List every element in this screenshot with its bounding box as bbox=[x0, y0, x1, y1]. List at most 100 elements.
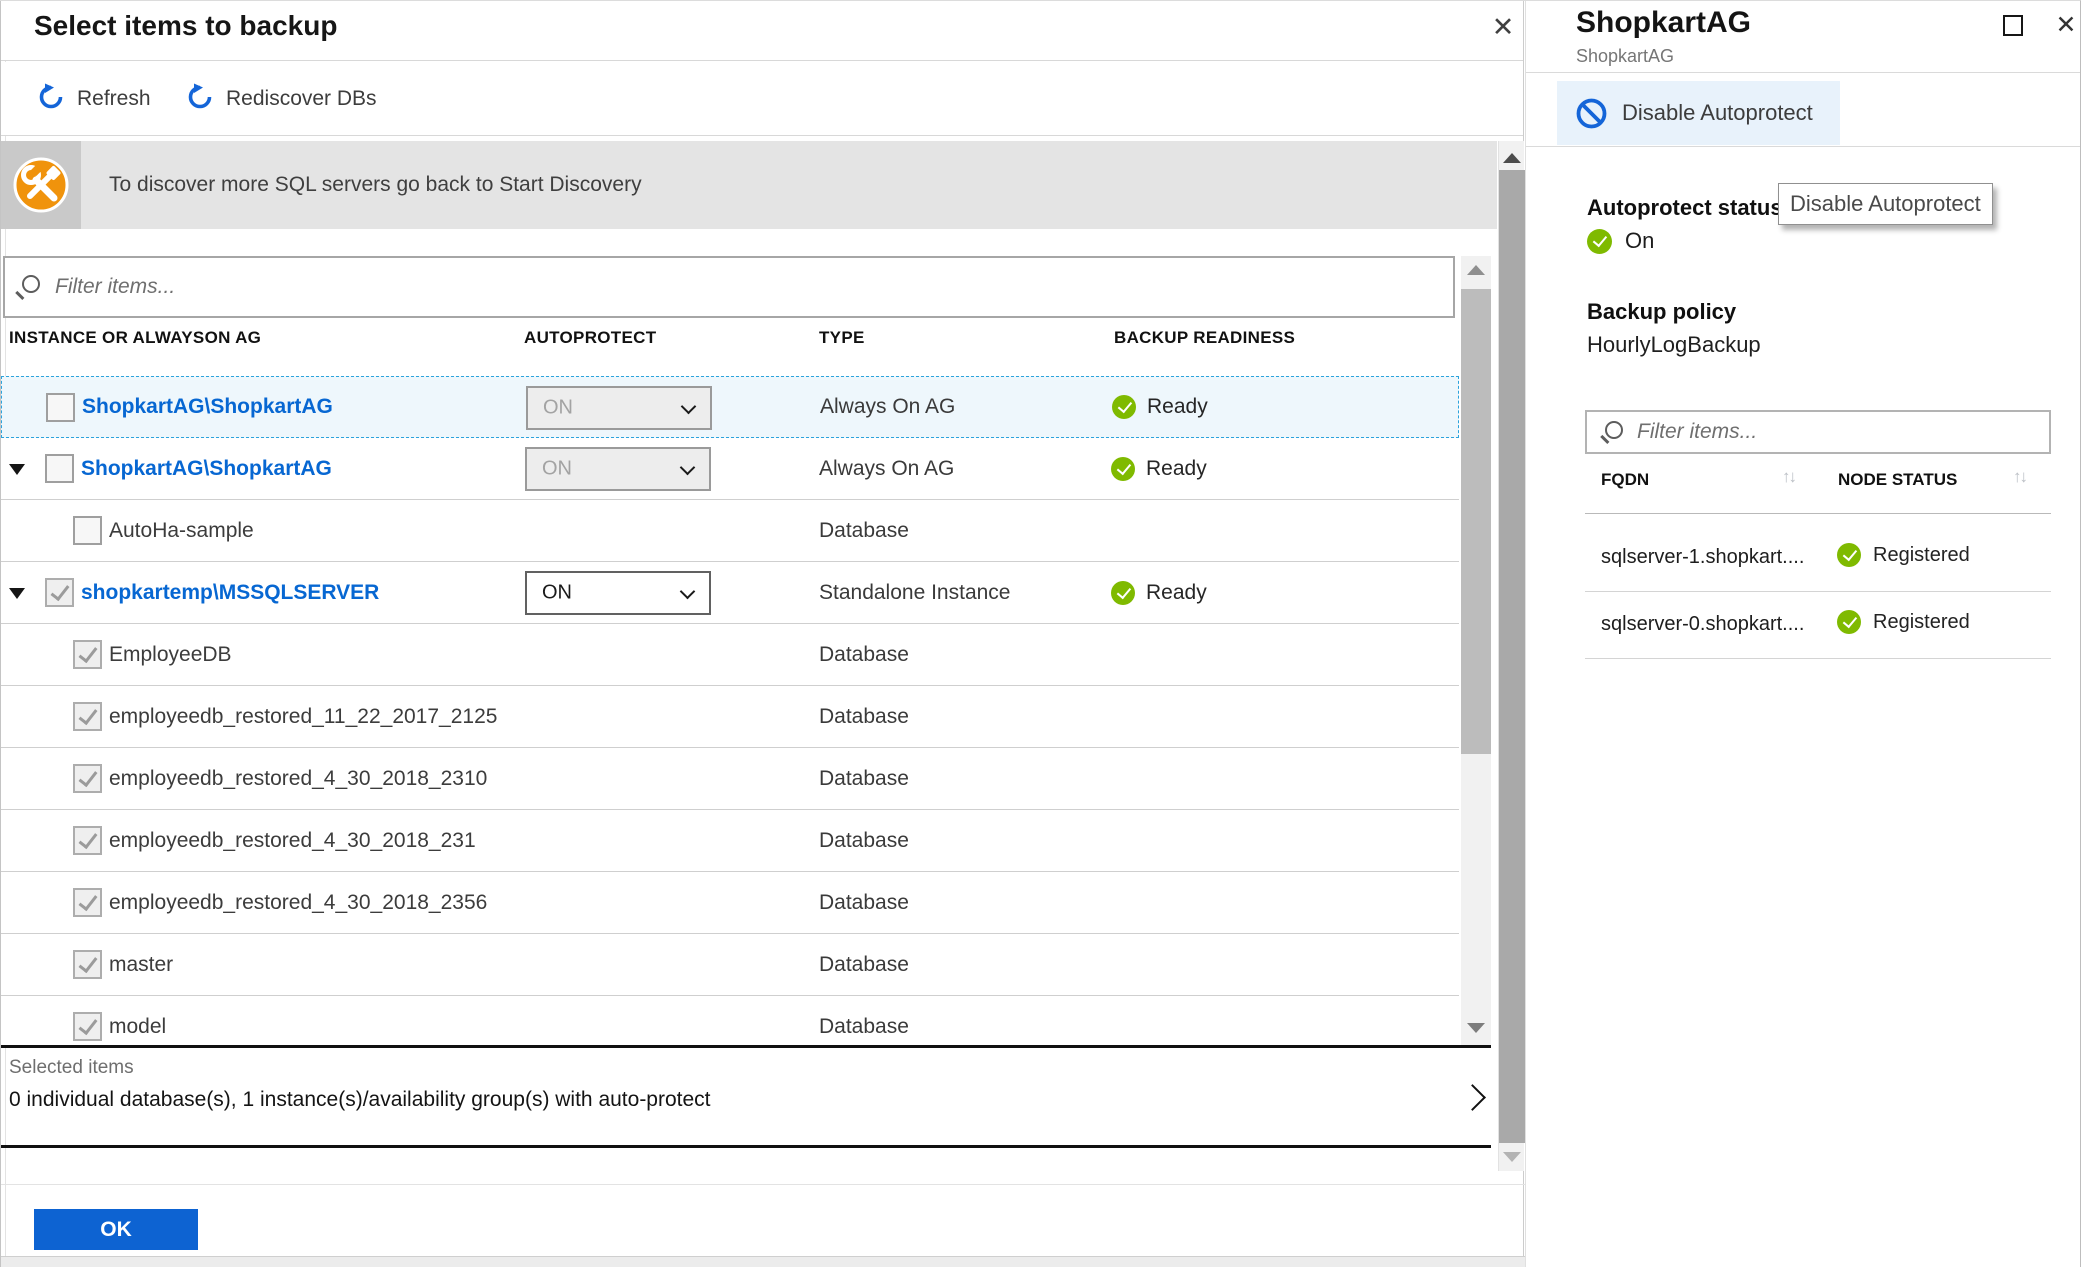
node-fqdn: sqlserver-0.shopkart.... bbox=[1601, 613, 1805, 635]
refresh-label: Refresh bbox=[77, 87, 151, 110]
table-row[interactable]: employeedb_restored_4_30_2018_231 Databas… bbox=[1, 810, 1459, 872]
table-row[interactable]: ShopkartAG\ShopkartAG ON Always On AG Ready bbox=[1, 438, 1459, 500]
rediscover-dbs-label: Rediscover DBs bbox=[226, 87, 377, 110]
item-type: Database bbox=[819, 518, 909, 542]
node-status: Registered bbox=[1837, 543, 1970, 567]
item-name: employeedb_restored_11_22_2017_2125 bbox=[109, 704, 498, 728]
dialog-title: Select items to backup bbox=[34, 10, 338, 41]
item-type: Always On AG bbox=[819, 456, 955, 480]
readiness-label: Ready bbox=[1147, 395, 1208, 418]
item-name[interactable]: ShopkartAG\ShopkartAG bbox=[81, 457, 332, 481]
row-checkbox[interactable] bbox=[73, 640, 102, 669]
item-type: Database bbox=[819, 642, 909, 666]
selected-items-value: 0 individual database(s), 1 instance(s)/… bbox=[9, 1088, 711, 1111]
row-checkbox[interactable] bbox=[73, 950, 102, 979]
column-header-autoprotect: AUTOPROTECT bbox=[524, 328, 657, 347]
scroll-up-icon[interactable] bbox=[1467, 265, 1485, 275]
search-icon bbox=[15, 274, 41, 300]
node-fqdn: sqlserver-1.shopkart.... bbox=[1601, 546, 1805, 568]
autoprotect-value: ON bbox=[542, 457, 572, 480]
row-checkbox[interactable] bbox=[73, 826, 102, 855]
info-banner: To discover more SQL servers go back to … bbox=[1, 141, 1497, 229]
rediscover-dbs-button[interactable]: Rediscover DBs bbox=[186, 62, 377, 136]
check-circle-icon bbox=[1837, 610, 1861, 634]
backup-items-rows: ShopkartAG\ShopkartAG ON Always On AG Ready… bbox=[1, 376, 1459, 1045]
item-type: Database bbox=[819, 704, 909, 728]
table-row[interactable]: master Database bbox=[1, 934, 1459, 996]
item-type: Database bbox=[819, 952, 909, 976]
collapse-arrow-icon[interactable] bbox=[9, 588, 25, 599]
divider bbox=[1585, 591, 2051, 592]
row-checkbox[interactable] bbox=[45, 454, 74, 483]
scroll-up-icon[interactable] bbox=[1502, 153, 1521, 163]
item-type: Standalone Instance bbox=[819, 580, 1011, 604]
divider bbox=[1, 1045, 1491, 1048]
item-name: EmployeeDB bbox=[109, 642, 232, 666]
item-name[interactable]: ShopkartAG\ShopkartAG bbox=[82, 395, 333, 419]
item-name: master bbox=[109, 952, 174, 976]
ok-button[interactable]: OK bbox=[34, 1209, 198, 1250]
scroll-down-icon[interactable] bbox=[1467, 1023, 1485, 1033]
item-name[interactable]: shopkartemp\MSSQLSERVER bbox=[81, 581, 379, 605]
table-row[interactable]: shopkartemp\MSSQLSERVER ON Standalone Inst… bbox=[1, 562, 1459, 624]
readiness-label: Ready bbox=[1146, 456, 1207, 480]
row-checkbox[interactable] bbox=[73, 1012, 102, 1041]
row-checkbox[interactable] bbox=[73, 764, 102, 793]
table-row[interactable]: EmployeeDB Database bbox=[1, 624, 1459, 686]
row-checkbox[interactable] bbox=[73, 888, 102, 917]
tools-icon bbox=[1, 141, 81, 229]
collapse-arrow-icon[interactable] bbox=[9, 464, 25, 475]
autoprotect-value: ON bbox=[542, 581, 572, 604]
dialog-header: Select items to backup ✕ bbox=[1, 1, 1523, 61]
filter-items-input[interactable] bbox=[53, 274, 1453, 300]
dialog-bottom-strip bbox=[1, 1256, 1525, 1267]
table-scrollbar[interactable] bbox=[1461, 256, 1491, 1045]
check-circle-icon bbox=[1111, 580, 1135, 605]
divider bbox=[1, 1184, 1525, 1185]
scroll-down-icon[interactable] bbox=[1502, 1152, 1521, 1162]
item-type: Database bbox=[819, 766, 909, 790]
backup-readiness: Ready bbox=[1111, 580, 1207, 605]
check-circle-icon bbox=[1111, 456, 1135, 481]
banner-message: To discover more SQL servers go back to … bbox=[109, 173, 642, 196]
refresh-icon bbox=[186, 83, 214, 116]
close-icon[interactable]: ✕ bbox=[1485, 9, 1521, 45]
item-type: Database bbox=[819, 828, 909, 852]
autoprotect-dropdown: ON bbox=[526, 386, 712, 430]
node-status-label: Registered bbox=[1873, 610, 1970, 633]
row-checkbox[interactable] bbox=[45, 578, 74, 607]
toolbar: Refresh Rediscover DBs bbox=[1, 62, 1523, 136]
autoprotect-dropdown[interactable]: ON bbox=[525, 571, 711, 615]
chevron-down-icon bbox=[680, 398, 697, 415]
table-row[interactable]: ShopkartAG\ShopkartAG ON Always On AG Ready bbox=[1, 376, 1459, 438]
node-rows: sqlserver-1.shopkart.... Registered sqlser… bbox=[1526, 1, 2080, 701]
scrollbar-thumb[interactable] bbox=[1499, 170, 1525, 1143]
refresh-icon bbox=[37, 83, 65, 116]
item-type: Always On AG bbox=[820, 395, 956, 418]
item-type: Database bbox=[819, 1014, 909, 1038]
item-name: employeedb_restored_4_30_2018_231 bbox=[109, 828, 476, 852]
table-row[interactable]: employeedb_restored_4_30_2018_2356 Databa… bbox=[1, 872, 1459, 934]
node-status: Registered bbox=[1837, 610, 1970, 634]
table-row[interactable]: employeedb_restored_11_22_2017_2125 Datab… bbox=[1, 686, 1459, 748]
chevron-down-icon bbox=[679, 459, 696, 476]
table-row[interactable]: employeedb_restored_4_30_2018_2310 Databa… bbox=[1, 748, 1459, 810]
scrollbar-thumb[interactable] bbox=[1461, 289, 1491, 754]
screen: Select items to backup ✕ Refresh Redisco… bbox=[0, 0, 2081, 1267]
backup-readiness: Ready bbox=[1111, 456, 1207, 481]
refresh-button[interactable]: Refresh bbox=[37, 62, 151, 136]
selected-items-label: Selected items bbox=[9, 1057, 134, 1078]
row-checkbox[interactable] bbox=[46, 393, 75, 422]
disable-autoprotect-tooltip: Disable Autoprotect bbox=[1778, 183, 1993, 225]
item-name: employeedb_restored_4_30_2018_2310 bbox=[109, 766, 488, 790]
dialog-scrollbar[interactable] bbox=[1498, 141, 1525, 1171]
chevron-right-icon[interactable] bbox=[1459, 1084, 1486, 1111]
table-row[interactable]: model Database bbox=[1, 996, 1459, 1045]
table-row[interactable]: AutoHa-sample Database bbox=[1, 500, 1459, 562]
row-checkbox[interactable] bbox=[73, 702, 102, 731]
divider bbox=[1585, 658, 2051, 659]
chevron-down-icon bbox=[679, 583, 696, 600]
divider bbox=[1, 1145, 1491, 1148]
backup-readiness: Ready bbox=[1112, 395, 1208, 419]
row-checkbox[interactable] bbox=[73, 516, 102, 545]
